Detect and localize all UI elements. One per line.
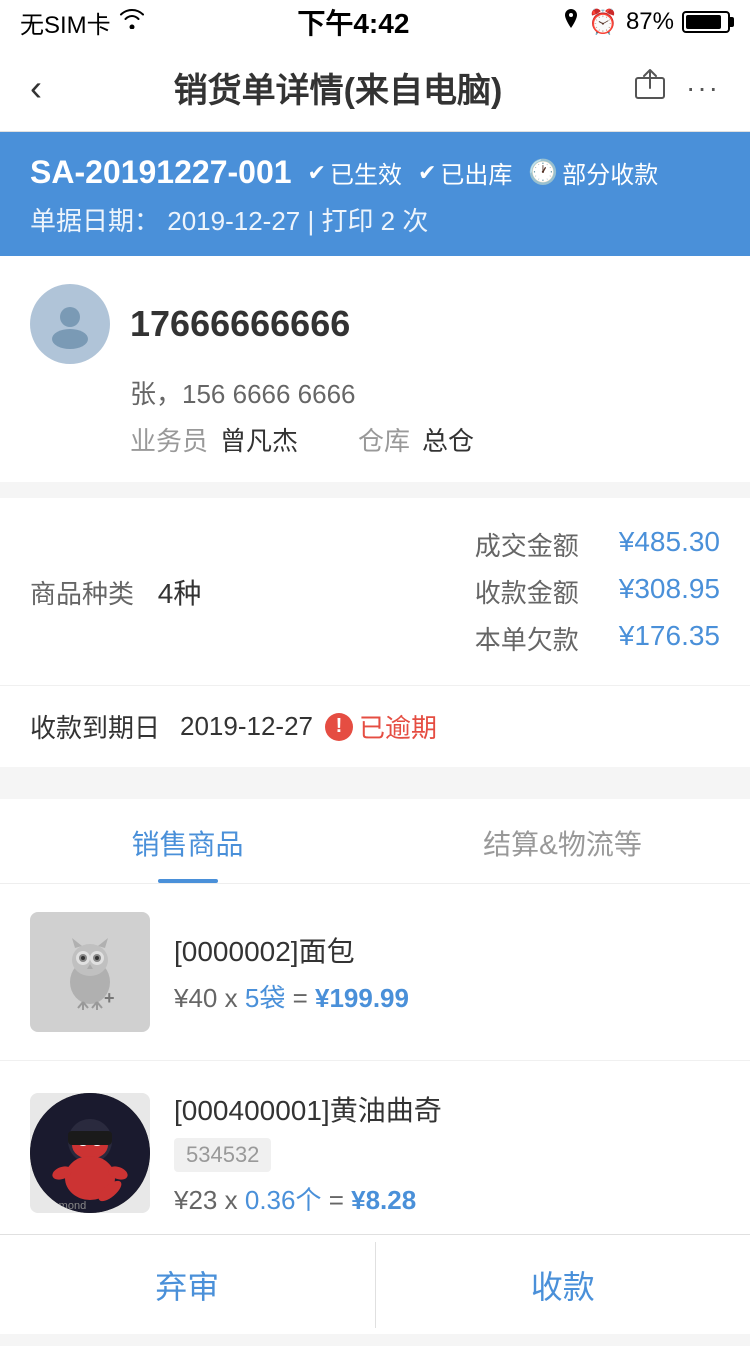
status-right: ⏰ 87% — [562, 8, 730, 37]
total-2: ¥8.28 — [351, 1185, 416, 1215]
debt-amount-row: 本单欠款 ¥176.35 — [475, 620, 720, 657]
price-unit-1: ¥40 — [174, 983, 217, 1013]
product-code-1: [0000002]面包 — [174, 930, 720, 970]
sales-label: 业务员 — [130, 421, 208, 458]
clock-icon: 🕐 — [528, 158, 558, 187]
print-info: | 打印 2 次 — [307, 206, 428, 236]
customer-meta: 业务员 曾凡杰 仓库 总仓 — [130, 421, 720, 458]
svg-text:diamond: diamond — [44, 1200, 86, 1212]
customer-section: 17666666666 张，156 6666 6666 业务员 曾凡杰 仓库 总… — [0, 256, 750, 482]
category-label: 商品种类 — [30, 579, 134, 609]
customer-id: 17666666666 — [130, 303, 350, 345]
deal-amount: ¥485.30 — [619, 526, 720, 563]
wifi-icon — [119, 8, 145, 36]
overdue-text: 已逾期 — [359, 708, 437, 745]
pay-amount-label: 收款金额 — [475, 573, 579, 610]
owl-image: + — [30, 912, 150, 1032]
summary-row: 商品种类 4种 成交金额 ¥485.30 收款金额 ¥308.95 本单欠款 ¥… — [30, 526, 720, 657]
location-icon — [562, 8, 580, 37]
nav-actions: ··· — [634, 68, 720, 108]
deal-amount-label: 成交金额 — [475, 526, 579, 563]
overdue-badge: ! 已逾期 — [325, 708, 437, 745]
warehouse: 总仓 — [422, 421, 474, 458]
check-icon: ✔ — [308, 160, 326, 186]
due-date: 2019-12-27 — [180, 711, 313, 742]
badge-effective: ✔ 已生效 — [308, 155, 402, 190]
warehouse-label: 仓库 — [358, 421, 410, 458]
list-item: + [0000002]面包 ¥40 x 5袋 = ¥199.99 — [0, 884, 750, 1061]
order-header: SA-20191227-001 ✔ 已生效 ✔ 已出库 🕐 部分收款 单据日期：… — [0, 132, 750, 256]
product-info-2: [000400001]黄油曲奇 534532 ¥23 x 0.36个 = ¥8.… — [174, 1089, 720, 1217]
badge-shipped: ✔ 已出库 — [418, 155, 512, 190]
alarm-icon: ⏰ — [588, 8, 618, 37]
tabs-bar: 销售商品 结算&物流等 — [0, 799, 750, 884]
badge-partial-payment: 🕐 部分收款 — [528, 155, 658, 190]
avatar — [30, 284, 110, 364]
total-1: ¥199.99 — [315, 983, 409, 1013]
product-thumbnail-2: diamond — [30, 1093, 150, 1213]
customer-row: 17666666666 — [30, 284, 720, 364]
tab-settlement[interactable]: 结算&物流等 — [375, 799, 750, 883]
product-price-2: ¥23 x 0.36个 = ¥8.28 — [174, 1180, 720, 1217]
more-icon[interactable]: ··· — [686, 72, 720, 104]
status-bar: 无SIM卡 下午4:42 ⏰ 87% — [0, 0, 750, 44]
back-button[interactable]: ‹ — [30, 67, 42, 109]
section-divider-2 — [0, 767, 750, 783]
list-item: diamond [000400001]黄油曲奇 534532 ¥23 x 0.3… — [0, 1061, 750, 1246]
order-date-row: 单据日期： 2019-12-27 | 打印 2 次 — [30, 201, 720, 238]
check-icon2: ✔ — [418, 160, 436, 186]
order-id-row: SA-20191227-001 ✔ 已生效 ✔ 已出库 🕐 部分收款 — [30, 154, 720, 191]
order-date: 2019-12-27 — [167, 206, 300, 236]
battery-icon — [682, 11, 730, 33]
section-divider-1 — [0, 482, 750, 498]
price-unit-2: ¥23 — [174, 1185, 217, 1215]
battery-percent: 87% — [626, 8, 674, 36]
carrier-label: 无SIM卡 — [20, 5, 111, 40]
category-count: 4种 — [158, 578, 202, 609]
product-round-image: diamond — [30, 1093, 150, 1213]
product-badge-2: 534532 — [174, 1138, 271, 1172]
overdue-icon: ! — [325, 713, 353, 741]
order-id: SA-20191227-001 — [30, 154, 292, 191]
category-block: 商品种类 4种 — [30, 572, 201, 612]
summary-section: 商品种类 4种 成交金额 ¥485.30 收款金额 ¥308.95 本单欠款 ¥… — [0, 498, 750, 685]
pay-amount: ¥308.95 — [619, 573, 720, 610]
confirm-button[interactable]: 收款 — [376, 1242, 750, 1328]
product-info-1: [0000002]面包 ¥40 x 5袋 = ¥199.99 — [174, 930, 720, 1015]
status-time: 下午4:42 — [297, 2, 409, 42]
page-title: 销货单详情(来自电脑) — [174, 63, 503, 112]
tab-products[interactable]: 销售商品 — [0, 799, 375, 883]
debt-amount: ¥176.35 — [619, 620, 720, 657]
svg-text:+: + — [104, 988, 115, 1008]
status-left: 无SIM卡 — [20, 5, 145, 40]
qty-2: 0.36个 — [245, 1185, 322, 1215]
due-section: 收款到期日 2019-12-27 ! 已逾期 — [0, 685, 750, 767]
pay-amount-row: 收款金额 ¥308.95 — [475, 573, 720, 610]
products-section: + [0000002]面包 ¥40 x 5袋 = ¥199.99 — [0, 884, 750, 1246]
nav-bar: ‹ 销货单详情(来自电脑) ··· — [0, 44, 750, 132]
date-label: 单据日期： — [30, 206, 160, 236]
customer-name: 张，156 6666 6666 — [130, 374, 720, 411]
product-thumbnail-1: + — [30, 912, 150, 1032]
product-price-1: ¥40 x 5袋 = ¥199.99 — [174, 978, 720, 1015]
deal-amount-row: 成交金额 ¥485.30 — [475, 526, 720, 563]
sales-person: 曾凡杰 — [220, 421, 298, 458]
qty-1: 5袋 — [245, 983, 285, 1013]
product-code-2: [000400001]黄油曲奇 — [174, 1089, 720, 1129]
cancel-button[interactable]: 弃审 — [0, 1242, 376, 1328]
debt-label: 本单欠款 — [475, 620, 579, 657]
share-icon[interactable] — [634, 68, 666, 108]
bottom-bar: 弃审 收款 — [0, 1234, 750, 1334]
due-date-label: 收款到期日 — [30, 708, 160, 745]
amount-block: 成交金额 ¥485.30 收款金额 ¥308.95 本单欠款 ¥176.35 — [475, 526, 720, 657]
